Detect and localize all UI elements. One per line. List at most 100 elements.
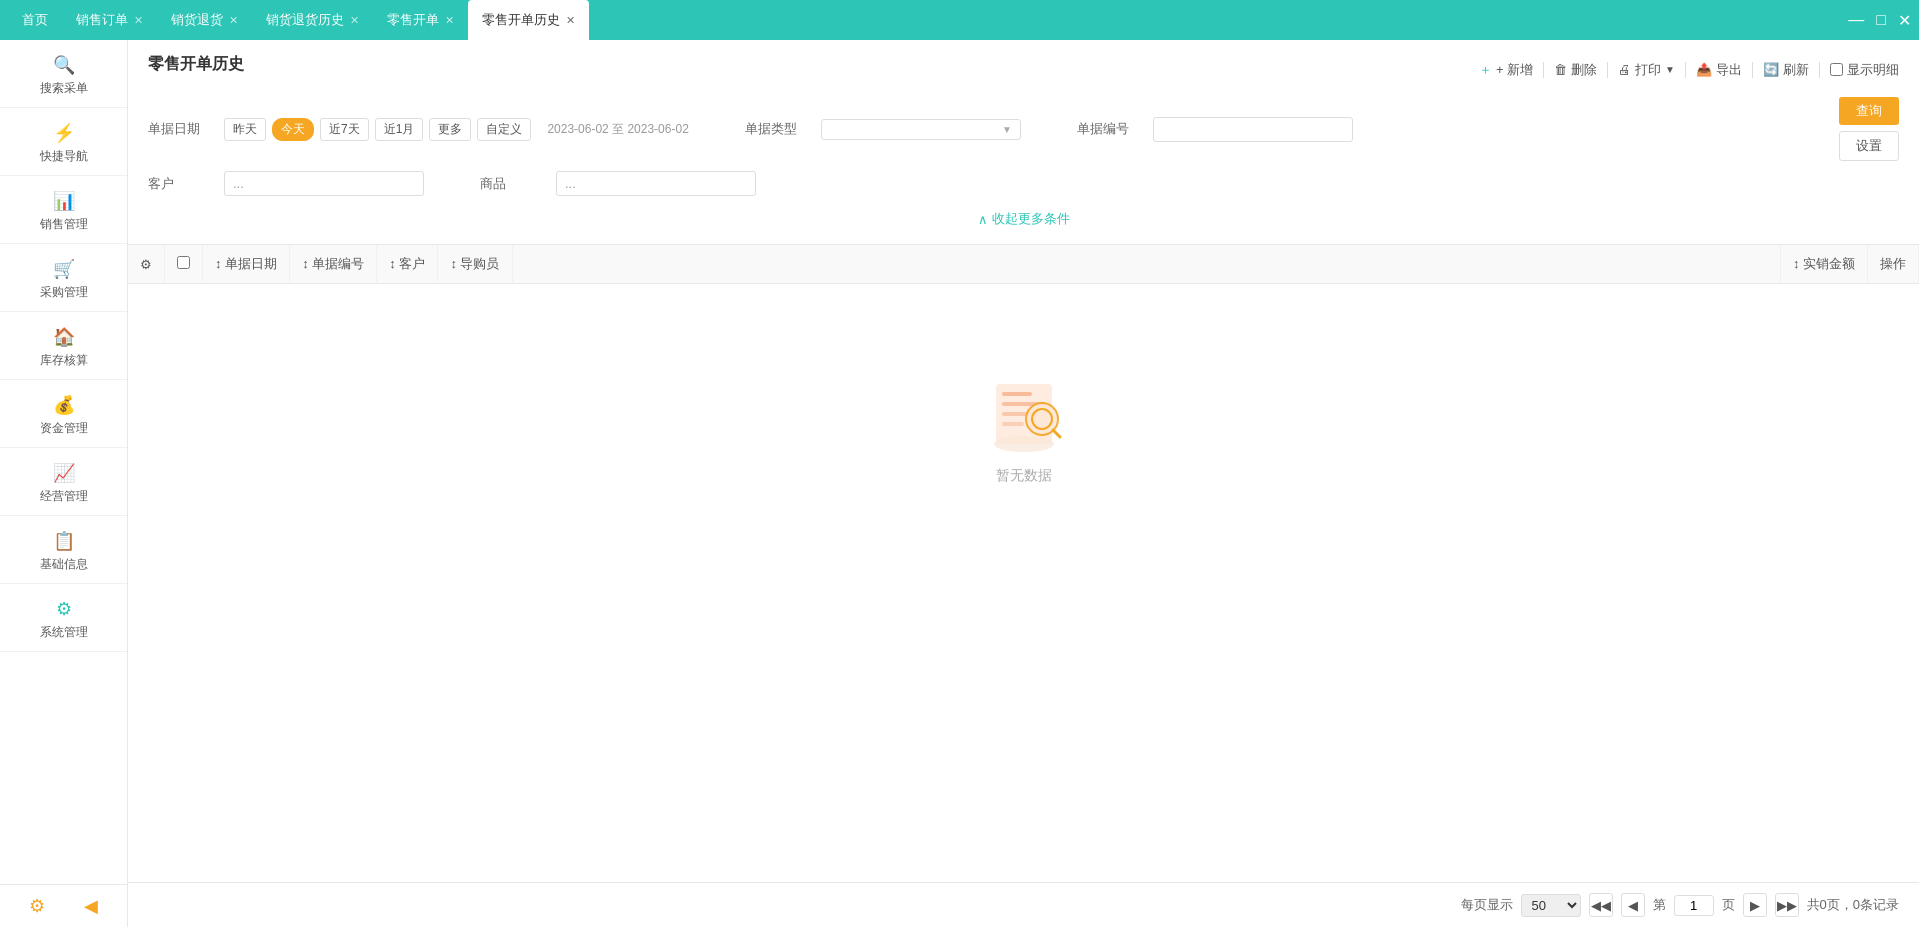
delete-label: 删除 [1571, 61, 1597, 79]
next-page-button[interactable]: ▶ [1743, 893, 1767, 917]
add-label: + 新增 [1496, 61, 1533, 79]
add-icon: ＋ [1479, 61, 1492, 79]
type-dropdown-icon: ▼ [1002, 124, 1012, 135]
per-page-select[interactable]: 50 10 20 100 [1521, 894, 1581, 917]
sidebar-item-finance[interactable]: 💰 资金管理 [0, 380, 127, 448]
select-all-checkbox[interactable] [177, 256, 190, 269]
tab-retail-open-history[interactable]: 零售开单历史✕ [468, 0, 589, 40]
th-date-label: ↕ 单据日期 [215, 256, 277, 271]
sidebar-item-inventory[interactable]: 🏠 库存核算 [0, 312, 127, 380]
th-salesperson-label: ↕ 导购员 [450, 256, 499, 271]
page-title: 零售开单历史 [148, 54, 244, 75]
divider-1 [1543, 62, 1544, 78]
page-number-input[interactable] [1674, 895, 1714, 916]
add-button[interactable]: ＋ + 新增 [1479, 57, 1533, 83]
tab-close-sales-order[interactable]: ✕ [134, 14, 143, 27]
tab-close-retail-open-history[interactable]: ✕ [566, 14, 575, 27]
th-date[interactable]: ↕ 单据日期 [203, 245, 290, 284]
top-bar: 首页销售订单✕销货退货✕销货退货历史✕零售开单✕零售开单历史✕ — □ ✕ [0, 0, 1919, 40]
date-more[interactable]: 更多 [429, 118, 471, 141]
sidebar-item-search[interactable]: 🔍 搜索采单 [0, 40, 127, 108]
sidebar: 🔍 搜索采单 ⚡ 快捷导航 📊 销售管理 🛒 采购管理 🏠 库存核算 💰 资金管… [0, 40, 128, 927]
close-button[interactable]: ✕ [1898, 11, 1911, 30]
sidebar-label-purchase: 采购管理 [40, 284, 88, 301]
display-detail-checkbox[interactable] [1830, 63, 1843, 76]
date-today[interactable]: 今天 [272, 118, 314, 141]
display-detail-check[interactable]: 显示明细 [1830, 61, 1899, 79]
last-page-button[interactable]: ▶▶ [1775, 893, 1799, 917]
collapse-icon[interactable]: ◀ [84, 895, 98, 917]
page-label: 第 [1653, 896, 1666, 914]
pagination: 每页显示 50 10 20 100 ◀◀ ◀ 第 页 ▶ ▶▶ 共0页，0条记录 [128, 882, 1919, 927]
sidebar-icon-sales: 📊 [53, 190, 75, 212]
maximize-button[interactable]: □ [1876, 11, 1886, 29]
th-operation: 操作 [1868, 245, 1919, 284]
export-button[interactable]: 📤 导出 [1696, 57, 1742, 83]
sidebar-label-operations: 经营管理 [40, 488, 88, 505]
sidebar-label-sales: 销售管理 [40, 216, 88, 233]
svg-line-8 [1053, 430, 1060, 437]
minimize-button[interactable]: — [1848, 11, 1864, 29]
tab-close-sales-return-history[interactable]: ✕ [350, 14, 359, 27]
date-7days[interactable]: 近7天 [320, 118, 369, 141]
goods-select[interactable]: ... [556, 171, 756, 196]
print-button[interactable]: 🖨 打印 ▼ [1618, 57, 1675, 83]
tab-sales-return-history[interactable]: 销货退货历史✕ [252, 0, 373, 40]
delete-button[interactable]: 🗑 删除 [1554, 57, 1597, 83]
sidebar-item-purchase[interactable]: 🛒 采购管理 [0, 244, 127, 312]
collapse-icon: ∧ [978, 212, 988, 227]
tab-sales-return[interactable]: 销货退货✕ [157, 0, 252, 40]
main-layout: 🔍 搜索采单 ⚡ 快捷导航 📊 销售管理 🛒 采购管理 🏠 库存核算 💰 资金管… [0, 40, 1919, 927]
th-operation-label: 操作 [1880, 256, 1906, 271]
tab-sales-order[interactable]: 销售订单✕ [62, 0, 157, 40]
window-actions: — □ ✕ [1848, 11, 1911, 30]
first-page-button[interactable]: ◀◀ [1589, 893, 1613, 917]
sidebar-icon-basic-info: 📋 [53, 530, 75, 552]
tab-home[interactable]: 首页 [8, 0, 62, 40]
th-check[interactable] [165, 245, 203, 284]
sidebar-label-search: 搜索采单 [40, 80, 88, 97]
sidebar-icon-inventory: 🏠 [53, 326, 75, 348]
date-1month[interactable]: 近1月 [375, 118, 424, 141]
total-text: 共0页，0条记录 [1807, 896, 1899, 914]
date-range-text: 2023-06-02 至 2023-06-02 [547, 121, 688, 138]
settings-button[interactable]: 设置 [1839, 131, 1899, 161]
sidebar-label-inventory: 库存核算 [40, 352, 88, 369]
th-customer[interactable]: ↕ 客户 [377, 245, 438, 284]
type-select[interactable]: ▼ [821, 119, 1021, 140]
refresh-label: 刷新 [1783, 61, 1809, 79]
prev-page-button[interactable]: ◀ [1621, 893, 1645, 917]
order-no-input[interactable] [1153, 117, 1353, 142]
sidebar-item-operations[interactable]: 📈 经营管理 [0, 448, 127, 516]
tab-retail-open[interactable]: 零售开单✕ [373, 0, 468, 40]
type-label: 单据类型 [745, 120, 805, 138]
th-amount-label: ↕ 实销金额 [1793, 256, 1855, 271]
date-yesterday[interactable]: 昨天 [224, 118, 266, 141]
refresh-button[interactable]: 🔄 刷新 [1763, 57, 1809, 83]
sidebar-icon-system: ⚙ [56, 598, 72, 620]
print-icon: 🖨 [1618, 62, 1631, 77]
sidebar-item-quick-nav[interactable]: ⚡ 快捷导航 [0, 108, 127, 176]
th-amount[interactable]: ↕ 实销金额 [1780, 245, 1867, 284]
query-button[interactable]: 查询 [1839, 97, 1899, 125]
th-settings[interactable]: ⚙ [128, 245, 165, 284]
collapse-conditions[interactable]: ∧ 收起更多条件 [148, 206, 1899, 232]
sidebar-item-sales[interactable]: 📊 销售管理 [0, 176, 127, 244]
divider-2 [1607, 62, 1608, 78]
th-salesperson[interactable]: ↕ 导购员 [438, 245, 512, 284]
settings-icon[interactable]: ⚙ [29, 895, 45, 917]
date-custom[interactable]: 自定义 [477, 118, 531, 141]
tab-close-sales-return[interactable]: ✕ [229, 14, 238, 27]
sidebar-icon-quick-nav: ⚡ [53, 122, 75, 144]
sidebar-icon-finance: 💰 [53, 394, 75, 416]
date-options: 昨天 今天 近7天 近1月 更多 自定义 [224, 118, 531, 141]
goods-placeholder: ... [565, 176, 576, 191]
sidebar-item-basic-info[interactable]: 📋 基础信息 [0, 516, 127, 584]
tab-close-retail-open[interactable]: ✕ [445, 14, 454, 27]
print-label: 打印 [1635, 61, 1661, 79]
customer-select[interactable]: ... [224, 171, 424, 196]
th-order-no[interactable]: ↕ 单据编号 [290, 245, 377, 284]
per-page-label: 每页显示 [1461, 896, 1513, 914]
divider-5 [1819, 62, 1820, 78]
sidebar-item-system[interactable]: ⚙ 系统管理 [0, 584, 127, 652]
